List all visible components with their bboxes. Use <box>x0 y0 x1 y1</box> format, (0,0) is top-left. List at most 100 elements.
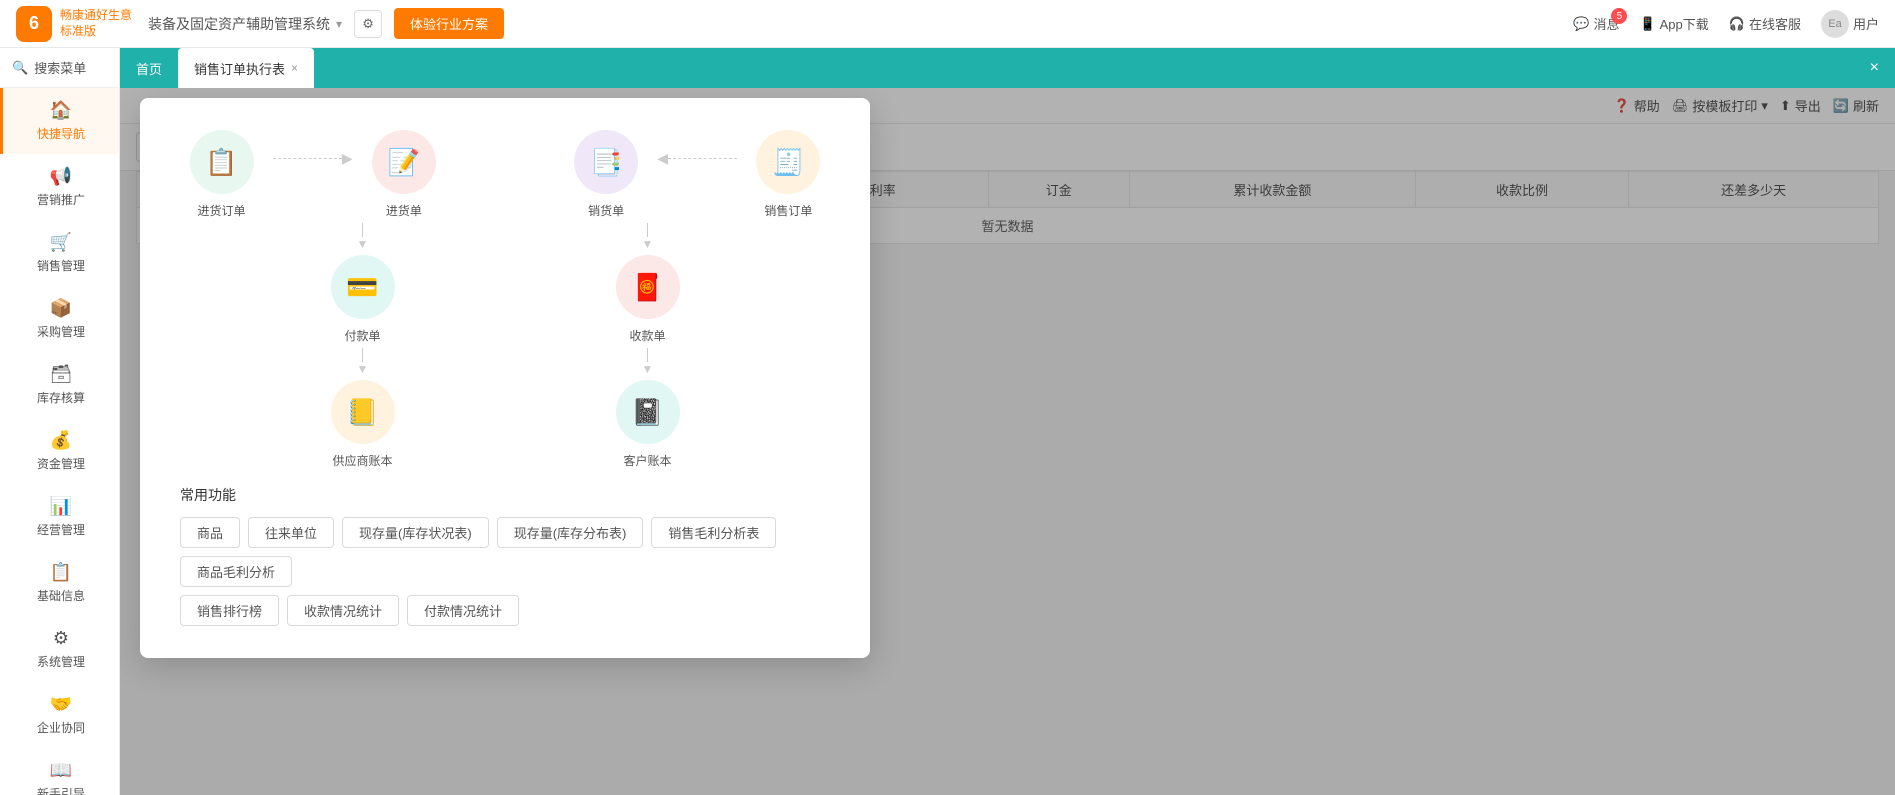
mobile-icon: 📱 <box>1639 16 1655 32</box>
func-btn-sales-rank[interactable]: 销售排行榜 <box>180 595 279 626</box>
purchase-icon: 📦 <box>50 298 72 319</box>
func-btn-receipt-stats[interactable]: 收款情况统计 <box>287 595 399 626</box>
newbie-icon: 📖 <box>50 760 72 781</box>
sidebar-item-marketing[interactable]: 📢 营销推广 <box>0 154 119 220</box>
newbie-label: 新手引导 <box>37 785 85 795</box>
basic-info-label: 基础信息 <box>37 587 85 604</box>
search-menu-button[interactable]: 🔍 搜索菜单 <box>0 48 119 88</box>
flow-node-supplier-ledger[interactable]: 📒 供应商账本 <box>331 380 395 469</box>
app-container: 6 畅康通好生意 标准版 装备及固定资产辅助管理系统 ▾ ⚙ 体验行业方案 💬 … <box>0 0 1895 795</box>
message-icon: 💬 <box>1573 16 1589 32</box>
purchase-order-icon: 📋 <box>190 130 254 194</box>
top-bar-left: 6 畅康通好生意 标准版 装备及固定资产辅助管理系统 ▾ ⚙ 体验行业方案 <box>16 6 504 42</box>
sales-bill-label: 销货单 <box>588 202 624 219</box>
inventory-icon: 🗃 <box>50 364 73 385</box>
main-layout: 🔍 搜索菜单 🏠 快捷导航 📢 营销推广 🛒 销售管理 📦 采购管理 🗃 <box>0 48 1895 795</box>
system-icon: ⚙ <box>53 628 69 649</box>
avatar: Ea <box>1821 10 1849 38</box>
supplier-ledger-icon: 📒 <box>331 380 395 444</box>
flow-node-receipt[interactable]: 🧧 收款单 <box>616 255 680 344</box>
func-btn-stock-status[interactable]: 现存量(库存状况表) <box>342 517 489 548</box>
modal-content: 📋 进货订单 ▶ <box>140 98 870 658</box>
flow-diagram: 📋 进货订单 ▶ <box>180 130 830 469</box>
sidebar-item-operations[interactable]: 📊 经营管理 <box>0 484 119 550</box>
service-icon: 🎧 <box>1729 16 1745 32</box>
flow-node-purchase-order[interactable]: 📋 进货订单 <box>190 130 254 219</box>
receipt-icon: 🧧 <box>616 255 680 319</box>
purchase-label: 采购管理 <box>37 323 85 340</box>
enterprise-label: 企业协同 <box>37 719 85 736</box>
flow-node-payment[interactable]: 💳 付款单 <box>331 255 395 344</box>
receipt-label: 收款单 <box>629 327 665 344</box>
message-badge: 5 <box>1611 8 1627 24</box>
func-btn-stock-dist[interactable]: 现存量(库存分布表) <box>497 517 644 548</box>
basic-info-icon: 📋 <box>50 562 72 583</box>
sales-icon: 🛒 <box>50 232 72 253</box>
sidebar-item-system[interactable]: ⚙ 系统管理 <box>0 616 119 682</box>
sales-order-label: 销售订单 <box>764 202 812 219</box>
func-btn-goods-profit[interactable]: 商品毛利分析 <box>180 556 292 587</box>
tab-bar-close-button[interactable]: × <box>1854 59 1895 77</box>
sidebar-item-quick-nav[interactable]: 🏠 快捷导航 <box>0 88 119 154</box>
modal-dialog: 📋 进货订单 ▶ <box>140 98 870 658</box>
online-service-label: 在线客服 <box>1749 14 1801 33</box>
quick-nav-icon: 🏠 <box>50 100 72 121</box>
func-btn-goods[interactable]: 商品 <box>180 517 240 548</box>
purchase-bill-label: 进货单 <box>386 202 422 219</box>
tab-home-label: 首页 <box>136 59 162 78</box>
purchase-bill-icon: 📝 <box>372 130 436 194</box>
func-btn-payment-stats[interactable]: 付款情况统计 <box>407 595 519 626</box>
sales-order-icon: 🧾 <box>756 130 820 194</box>
enterprise-icon: 🤝 <box>50 694 72 715</box>
sidebar-item-sales[interactable]: 🛒 销售管理 <box>0 220 119 286</box>
user-button[interactable]: Ea 用户 <box>1821 10 1879 38</box>
top-bar: 6 畅康通好生意 标准版 装备及固定资产辅助管理系统 ▾ ⚙ 体验行业方案 💬 … <box>0 0 1895 48</box>
marketing-label: 营销推广 <box>37 191 85 208</box>
trial-button[interactable]: 体验行业方案 <box>394 8 504 39</box>
settings-button[interactable]: ⚙ <box>354 10 382 38</box>
sales-label: 销售管理 <box>37 257 85 274</box>
finance-icon: 💰 <box>50 430 72 451</box>
sales-bill-icon: 📑 <box>574 130 638 194</box>
avatar-text: Ea <box>1828 18 1841 30</box>
flow-node-sales-bill[interactable]: 📑 销货单 <box>574 130 638 219</box>
app-download-button[interactable]: 📱 App下载 <box>1639 14 1708 33</box>
sidebar-item-enterprise[interactable]: 🤝 企业协同 <box>0 682 119 748</box>
tab-sales-order[interactable]: 销售订单执行表 × <box>178 48 314 88</box>
sidebar-item-finance[interactable]: 💰 资金管理 <box>0 418 119 484</box>
sidebar-item-inventory[interactable]: 🗃 库存核算 <box>0 352 119 418</box>
page-content: ❓ 帮助 🖨 按模板打印 ▾ ⬆ 导出 🔄 刷新 <box>120 88 1895 795</box>
top-bar-right: 💬 消息 5 📱 App下载 🎧 在线客服 Ea 用户 <box>1573 10 1879 38</box>
tab-close-icon[interactable]: × <box>291 61 298 75</box>
system-title: 装备及固定资产辅助管理系统 ▾ <box>148 14 342 34</box>
app-download-label: App下载 <box>1660 14 1709 33</box>
logo-text: 畅康通好生意 标准版 <box>60 8 132 39</box>
customer-ledger-label: 客户账本 <box>623 452 671 469</box>
quick-nav-label: 快捷导航 <box>37 125 85 142</box>
flow-node-customer-ledger[interactable]: 📓 客户账本 <box>616 380 680 469</box>
modal-overlay: 📋 进货订单 ▶ <box>120 88 1895 795</box>
search-icon: 🔍 <box>12 60 28 76</box>
operations-icon: 📊 <box>50 496 72 517</box>
purchase-order-label: 进货订单 <box>198 202 246 219</box>
payment-icon: 💳 <box>331 255 395 319</box>
online-service-button[interactable]: 🎧 在线客服 <box>1729 14 1801 33</box>
func-btn-contacts[interactable]: 往来单位 <box>248 517 334 548</box>
flow-node-sales-order[interactable]: 🧾 销售订单 <box>756 130 820 219</box>
supplier-ledger-label: 供应商账本 <box>332 452 392 469</box>
sidebar-item-purchase[interactable]: 📦 采购管理 <box>0 286 119 352</box>
system-title-text: 装备及固定资产辅助管理系统 <box>148 14 330 34</box>
sidebar-item-basic-info[interactable]: 📋 基础信息 <box>0 550 119 616</box>
logo-area: 6 畅康通好生意 标准版 <box>16 6 136 42</box>
system-dropdown-icon[interactable]: ▾ <box>336 17 342 31</box>
user-label: 用户 <box>1853 14 1879 33</box>
tab-home[interactable]: 首页 <box>120 48 178 88</box>
sidebar-item-newbie[interactable]: 📖 新手引导 <box>0 748 119 795</box>
search-menu-label: 搜索菜单 <box>34 58 86 77</box>
message-button[interactable]: 💬 消息 5 <box>1573 14 1619 33</box>
content-area: 首页 销售订单执行表 × × ❓ 帮助 🖨 按 <box>120 48 1895 795</box>
flow-node-purchase-bill[interactable]: 📝 进货单 <box>372 130 436 219</box>
payment-label: 付款单 <box>344 327 380 344</box>
func-btn-sales-profit[interactable]: 销售毛利分析表 <box>651 517 776 548</box>
common-title: 常用功能 <box>180 485 830 505</box>
